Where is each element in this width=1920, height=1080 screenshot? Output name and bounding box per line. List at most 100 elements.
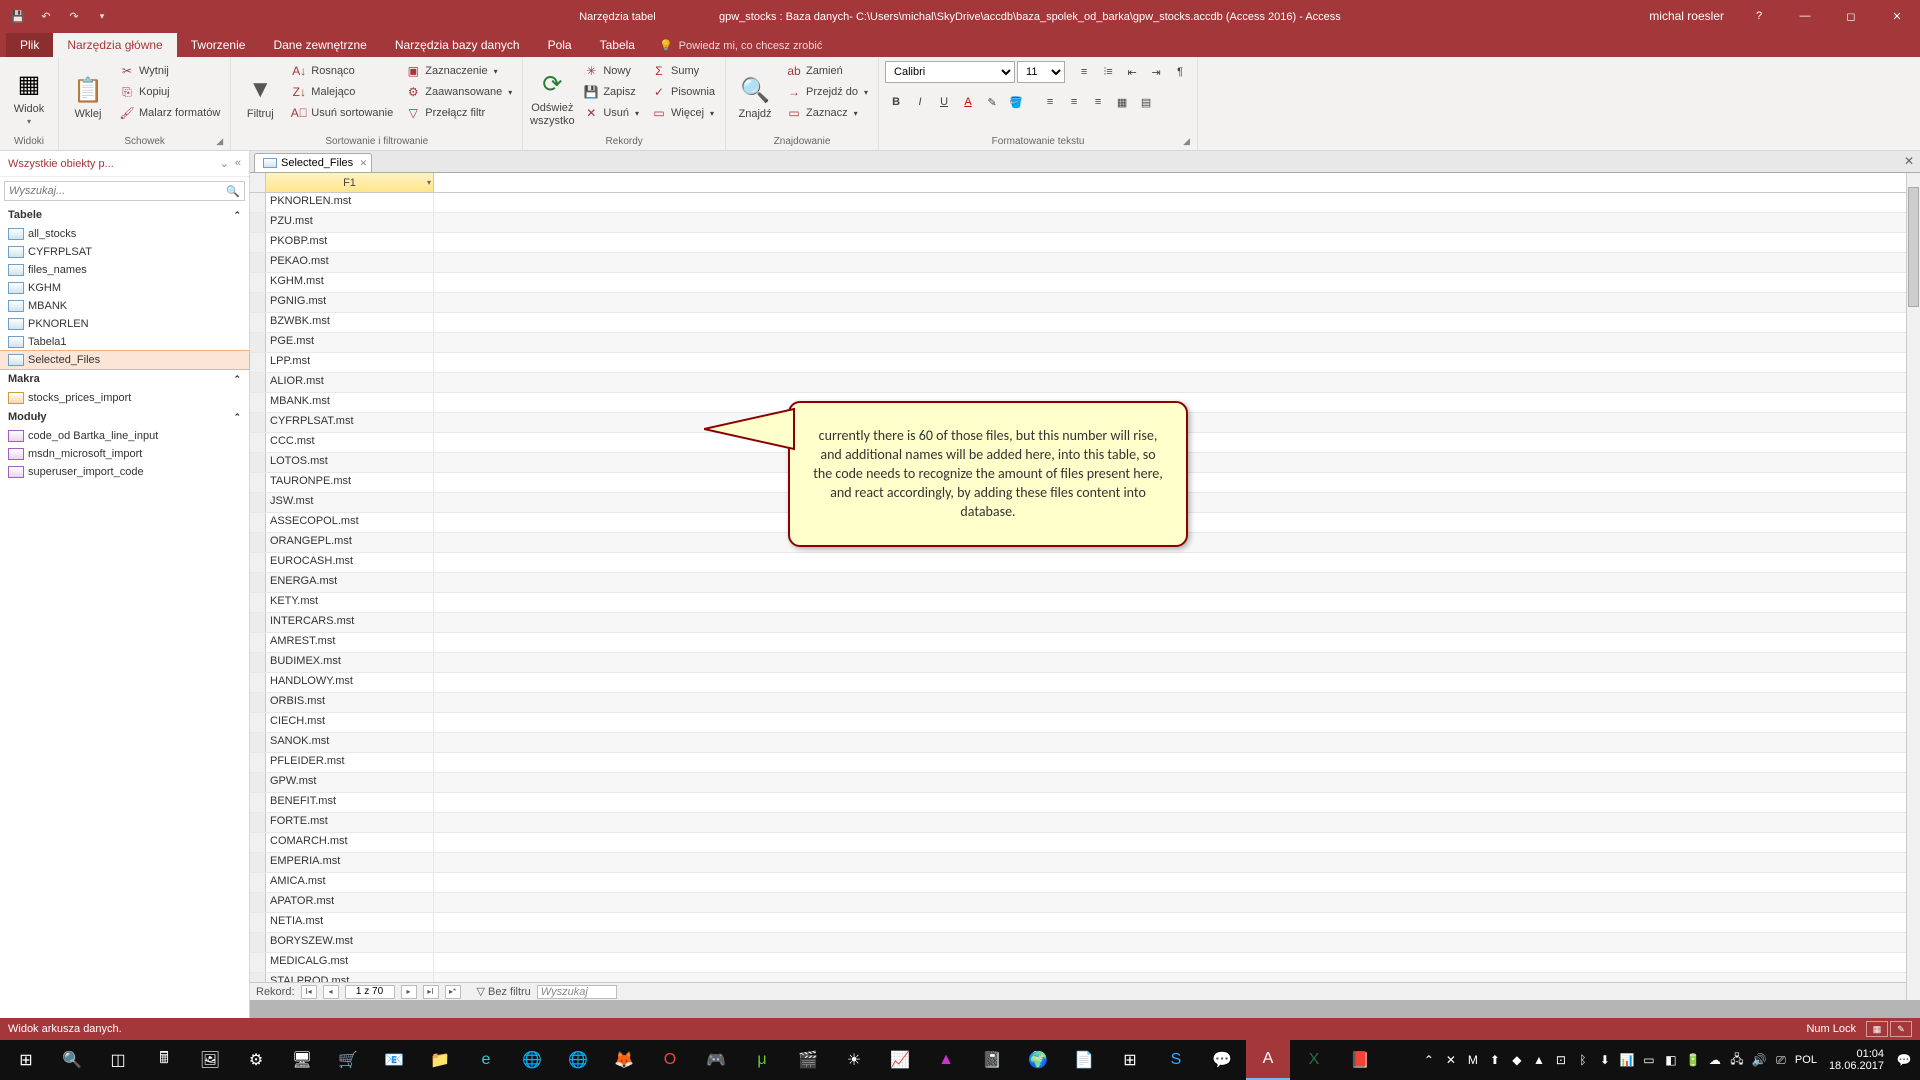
tab-fields[interactable]: Pola (534, 33, 586, 57)
cell[interactable]: FORTE.mst (266, 813, 434, 832)
cell[interactable]: KETY.mst (266, 593, 434, 612)
add-column[interactable] (434, 173, 1906, 192)
taskbar-chrome-canary[interactable]: 🌐 (556, 1040, 600, 1080)
row-selector[interactable] (250, 893, 266, 912)
taskbar-firefox[interactable]: 🦊 (602, 1040, 646, 1080)
row-selector[interactable] (250, 773, 266, 792)
text-direction-icon[interactable]: ¶ (1169, 61, 1191, 83)
cell[interactable]: LOTOS.mst (266, 453, 434, 472)
cell[interactable] (434, 373, 1906, 392)
cell[interactable]: BUDIMEX.mst (266, 653, 434, 672)
table-row[interactable]: KETY.mst (250, 593, 1906, 613)
table-row[interactable]: EUROCASH.mst (250, 553, 1906, 573)
tray-volume-icon[interactable]: 🔊 (1751, 1052, 1767, 1068)
cell[interactable]: PGNIG.mst (266, 293, 434, 312)
row-selector[interactable] (250, 753, 266, 772)
nav-table-item[interactable]: Selected_Files (0, 351, 249, 369)
cell[interactable]: INTERCARS.mst (266, 613, 434, 632)
tray-icon[interactable]: ⬇ (1597, 1052, 1613, 1068)
cell[interactable]: PKOBP.mst (266, 233, 434, 252)
cell[interactable] (434, 713, 1906, 732)
taskbar-app[interactable]: 📄 (1062, 1040, 1106, 1080)
cell[interactable] (434, 793, 1906, 812)
taskbar-app[interactable]: 📧 (372, 1040, 416, 1080)
save-record-button[interactable]: 💾Zapisz (579, 82, 643, 102)
cell[interactable] (434, 933, 1906, 952)
taskbar-app[interactable]: ⊞ (1108, 1040, 1152, 1080)
cell[interactable]: BZWBK.mst (266, 313, 434, 332)
cell[interactable]: CYFRPLSAT.mst (266, 413, 434, 432)
cell[interactable]: PFLEIDER.mst (266, 753, 434, 772)
taskbar-app[interactable]: ☀ (832, 1040, 876, 1080)
user-name[interactable]: michal roesler (1637, 9, 1736, 23)
taskbar-app[interactable]: 🛒 (326, 1040, 370, 1080)
cell[interactable] (434, 613, 1906, 632)
nav-table-item[interactable]: Tabela1 (0, 333, 249, 351)
replace-button[interactable]: abZamień (782, 61, 872, 81)
cell[interactable]: BORYSZEW.mst (266, 933, 434, 952)
row-selector[interactable] (250, 233, 266, 252)
cell[interactable]: EMPERIA.mst (266, 853, 434, 872)
tray-icon[interactable]: ◆ (1509, 1052, 1525, 1068)
tray-icon[interactable]: 🔋 (1685, 1052, 1701, 1068)
tray-icon[interactable]: M (1465, 1052, 1481, 1068)
table-row[interactable]: ORBIS.mst (250, 693, 1906, 713)
font-family-combo[interactable]: Calibri (885, 61, 1015, 83)
row-selector[interactable] (250, 913, 266, 932)
cell[interactable] (434, 273, 1906, 292)
taskbar-app[interactable]: 🎬 (786, 1040, 830, 1080)
no-filter-indicator[interactable]: ▽Bez filtru (477, 985, 531, 998)
tray-icon[interactable]: ⎚ (1773, 1052, 1789, 1068)
row-selector[interactable] (250, 633, 266, 652)
highlight-button[interactable]: ✎ (981, 91, 1003, 113)
nav-group-tables[interactable]: Tabele⌃ (0, 205, 249, 225)
table-row[interactable]: ENERGA.mst (250, 573, 1906, 593)
align-right-icon[interactable]: ≡ (1087, 91, 1109, 113)
redo-icon[interactable]: ↷ (62, 4, 86, 28)
row-selector[interactable] (250, 353, 266, 372)
tab-database-tools[interactable]: Narzędzia bazy danych (381, 33, 534, 57)
nav-module-item[interactable]: msdn_microsoft_import (0, 445, 249, 463)
row-selector[interactable] (250, 493, 266, 512)
row-selector[interactable] (250, 313, 266, 332)
cell[interactable] (434, 213, 1906, 232)
taskbar-edge[interactable]: e (464, 1040, 508, 1080)
bold-button[interactable]: B (885, 91, 907, 113)
cell[interactable]: APATOR.mst (266, 893, 434, 912)
scrollbar-thumb[interactable] (1908, 187, 1919, 307)
tray-network-icon[interactable]: 🖧 (1729, 1052, 1745, 1068)
tray-language[interactable]: POL (1795, 1054, 1817, 1066)
row-selector[interactable] (250, 873, 266, 892)
advanced-filter-button[interactable]: ⚙Zaawansowane▾ (401, 82, 516, 102)
cell[interactable]: ALIOR.mst (266, 373, 434, 392)
table-row[interactable]: AMREST.mst (250, 633, 1906, 653)
tray-icon[interactable]: ◧ (1663, 1052, 1679, 1068)
font-color-button[interactable]: A (957, 91, 979, 113)
nav-table-item[interactable]: all_stocks (0, 225, 249, 243)
taskbar-app[interactable]: 🖥 (280, 1040, 324, 1080)
tab-file[interactable]: Plik (6, 33, 53, 57)
numbering-icon[interactable]: ⫶≡ (1097, 61, 1119, 83)
table-row[interactable]: GPW.mst (250, 773, 1906, 793)
cell[interactable] (434, 653, 1906, 672)
tray-clock[interactable]: 01:04 18.06.2017 (1823, 1048, 1890, 1072)
table-row[interactable]: PZU.mst (250, 213, 1906, 233)
taskbar-app[interactable]: 🎮 (694, 1040, 738, 1080)
cell[interactable]: ASSECOPOL.mst (266, 513, 434, 532)
tab-create[interactable]: Tworzenie (177, 33, 260, 57)
task-view-button[interactable]: ◫ (96, 1040, 140, 1080)
remove-sort-button[interactable]: A⃠Usuń sortowanie (287, 103, 397, 123)
gridlines-icon[interactable]: ▦ (1111, 91, 1133, 113)
help-icon[interactable]: ? (1736, 0, 1782, 32)
taskbar-app[interactable]: ⚙ (234, 1040, 278, 1080)
nav-table-item[interactable]: CYFRPLSAT (0, 243, 249, 261)
row-selector[interactable] (250, 213, 266, 232)
find-button[interactable]: 🔍 Znajdź (732, 61, 778, 134)
table-row[interactable]: AMICA.mst (250, 873, 1906, 893)
search-icon[interactable]: 🔍 (222, 185, 244, 198)
row-selector[interactable] (250, 933, 266, 952)
table-row[interactable]: INTERCARS.mst (250, 613, 1906, 633)
taskbar-app[interactable]: 📁 (418, 1040, 462, 1080)
cell[interactable] (434, 893, 1906, 912)
row-selector[interactable] (250, 733, 266, 752)
